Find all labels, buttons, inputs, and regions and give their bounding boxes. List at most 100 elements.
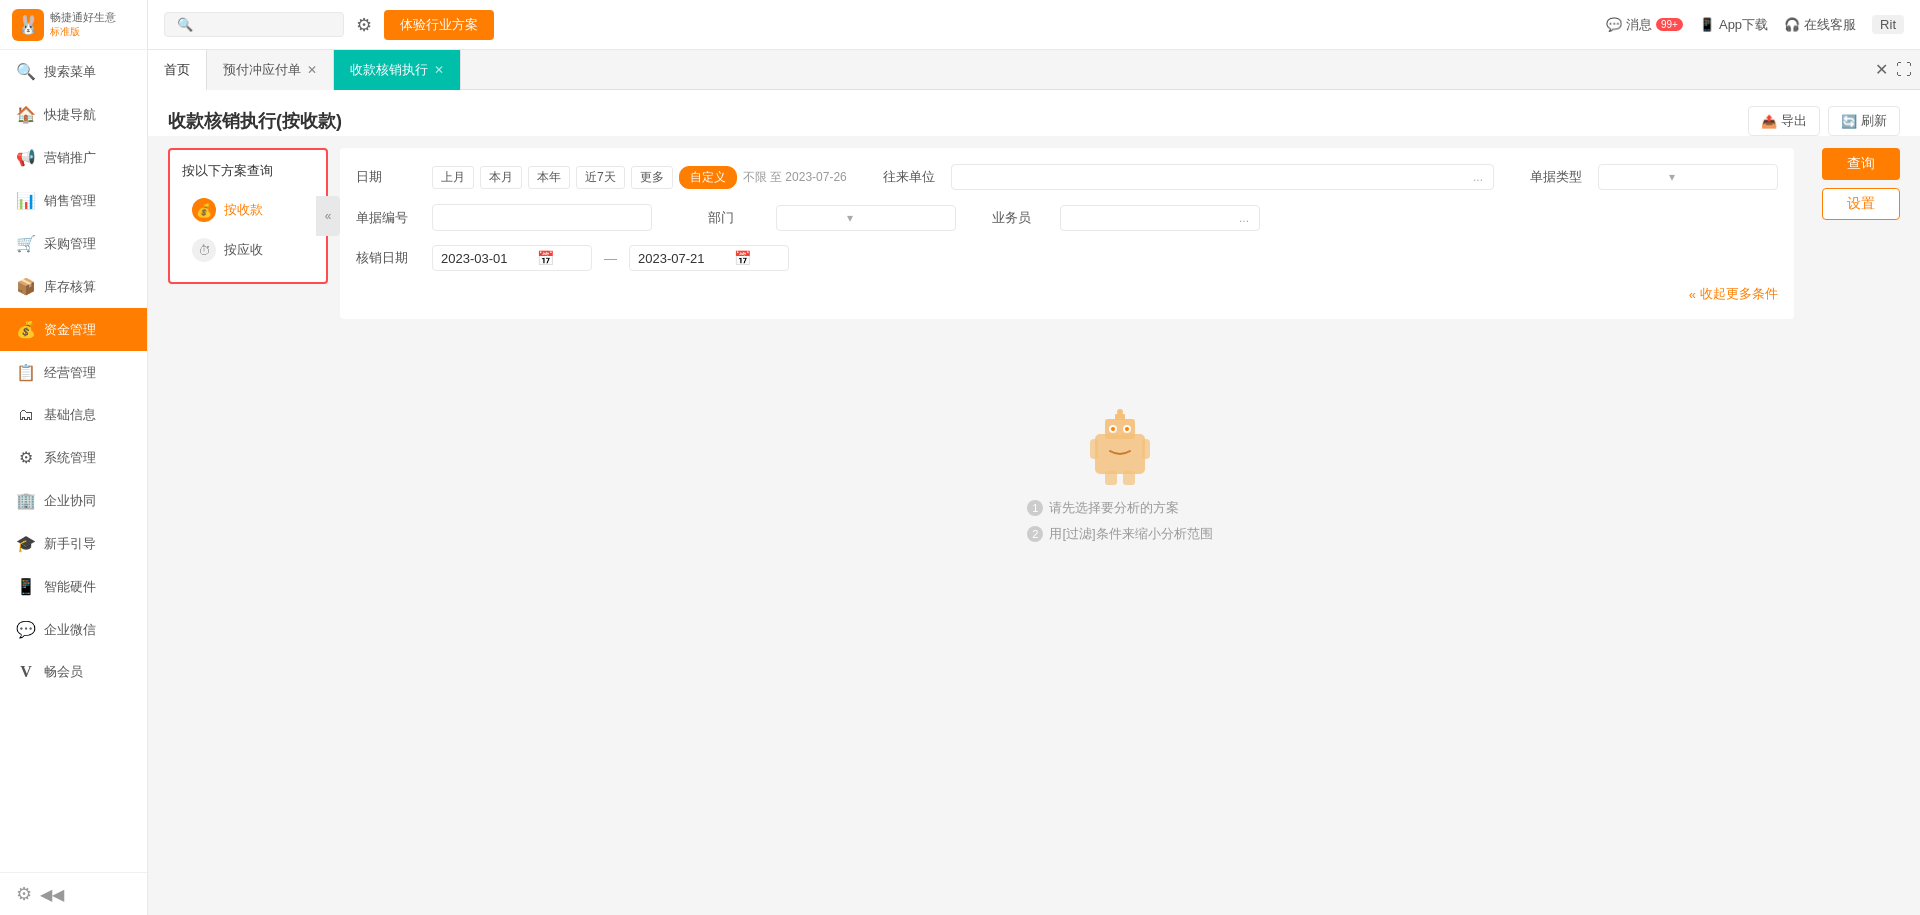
date-btn-this-month[interactable]: 本月	[480, 166, 522, 189]
sidebar-bottom: ⚙ ◀◀	[0, 872, 147, 915]
message-action[interactable]: 💬 消息 99+	[1606, 16, 1683, 34]
sidebar-item-label-inventory: 库存核算	[44, 278, 96, 296]
svg-rect-11	[1123, 471, 1135, 485]
doc-type-field: 单据类型 ▾	[1530, 164, 1778, 190]
guide-icon: 🎓	[16, 534, 36, 553]
date-btn-7days[interactable]: 近7天	[576, 166, 625, 189]
sidebar-item-purchase[interactable]: 🛒 采购管理	[0, 222, 147, 265]
main-area: 🔍 ⚙ 体验行业方案 💬 消息 99+ 📱 App下载 🎧 在线客服 Rit	[148, 0, 1920, 915]
basic-info-icon: 🗂	[16, 406, 36, 424]
tab-home[interactable]: 首页	[148, 50, 207, 90]
sidebar-item-basic-info[interactable]: 🗂 基础信息	[0, 394, 147, 436]
empty-state-illustration	[1070, 399, 1170, 499]
query-button[interactable]: 查询	[1822, 148, 1900, 180]
sidebar-item-label-purchase: 采购管理	[44, 235, 96, 253]
expand-window-icon[interactable]: ⛶	[1896, 61, 1912, 79]
tab-collection[interactable]: 收款核销执行 ✕	[334, 50, 461, 90]
doc-no-field[interactable]	[443, 210, 641, 225]
staff-ellipsis: ...	[1239, 211, 1249, 225]
search-icon: 🔍	[16, 62, 36, 81]
staff-label: 业务员	[992, 209, 1052, 227]
sidebar-item-smart-hw[interactable]: 📱 智能硬件	[0, 565, 147, 608]
collapse-sidebar-icon[interactable]: ◀◀	[40, 885, 64, 904]
sidebar-item-marketing[interactable]: 📢 营销推广	[0, 136, 147, 179]
export-button[interactable]: 📤 导出	[1748, 106, 1820, 136]
sidebar-item-finance[interactable]: 💰 资金管理	[0, 308, 147, 351]
doc-no-input[interactable]	[432, 204, 652, 231]
online-service-action[interactable]: 🎧 在线客服	[1784, 16, 1856, 34]
tip-text-2: 用[过滤]条件来缩小分析范围	[1049, 525, 1212, 543]
verify-date-label: 核销日期	[356, 249, 416, 267]
sales-icon: 📊	[16, 191, 36, 210]
sidebar-item-label-quick: 快捷导航	[44, 106, 96, 124]
sidebar-item-operation[interactable]: 📋 经营管理	[0, 351, 147, 394]
verify-date-end-cal-icon[interactable]: 📅	[734, 250, 751, 266]
tabbar: 首页 预付冲应付单 ✕ 收款核销执行 ✕ ✕ ⛶	[148, 50, 1920, 90]
topbar: 🔍 ⚙ 体验行业方案 💬 消息 99+ 📱 App下载 🎧 在线客服 Rit	[148, 0, 1920, 50]
logo-text-block: 畅捷通好生意 标准版	[50, 10, 116, 38]
export-label: 导出	[1781, 112, 1807, 130]
sidebar-item-sales[interactable]: 📊 销售管理	[0, 179, 147, 222]
tab-prepay-close-icon[interactable]: ✕	[307, 63, 317, 77]
sidebar-item-search[interactable]: 🔍 搜索菜单	[0, 50, 147, 93]
sidebar-item-member[interactable]: V 畅会员	[0, 651, 147, 693]
app-download-action[interactable]: 📱 App下载	[1699, 16, 1768, 34]
topbar-gear-icon[interactable]: ⚙	[356, 14, 372, 36]
verify-date-start-input[interactable]	[441, 251, 531, 266]
date-btn-last-month[interactable]: 上月	[432, 166, 474, 189]
page-content: 收款核销执行(按收款) 📤 导出 🔄 刷新 按以下方案查询 💰 按收款	[148, 90, 1920, 915]
action-buttons: 查询 设置	[1822, 148, 1900, 319]
counterparty-label: 往来单位	[883, 168, 943, 186]
settings-button[interactable]: 设置	[1822, 188, 1900, 220]
sidebar-item-quick-nav[interactable]: 🏠 快捷导航	[0, 93, 147, 136]
counterparty-select[interactable]: ...	[951, 164, 1494, 190]
collapse-filter-panel-icon[interactable]: «	[316, 196, 340, 236]
staff-select[interactable]: ...	[1060, 205, 1260, 231]
tab-prepay[interactable]: 预付冲应付单 ✕	[207, 50, 334, 90]
sidebar-item-wechat[interactable]: 💬 企业微信	[0, 608, 147, 651]
user-name[interactable]: Rit	[1872, 15, 1904, 34]
settings-bottom-icon[interactable]: ⚙	[16, 883, 32, 905]
filter-option-by-receivable[interactable]: ⏱ 按应收	[182, 230, 314, 270]
verify-date-end-input[interactable]	[638, 251, 728, 266]
verify-date-end-group[interactable]: 📅	[629, 245, 789, 271]
more-conditions-button[interactable]: « 收起更多条件	[1689, 285, 1778, 303]
more-conditions-row: « 收起更多条件	[356, 285, 1778, 303]
refresh-icon: 🔄	[1841, 114, 1857, 129]
collapse-icon: «	[1689, 287, 1696, 302]
date-btn-custom[interactable]: 自定义	[679, 166, 737, 189]
solution-button[interactable]: 体验行业方案	[384, 10, 494, 40]
sidebar-item-system[interactable]: ⚙ 系统管理	[0, 436, 147, 479]
date-btn-more[interactable]: 更多	[631, 166, 673, 189]
verify-date-range: 📅 — 📅	[432, 245, 789, 271]
empty-state: 1 请先选择要分析的方案 2 用[过滤]条件来缩小分析范围	[340, 319, 1900, 631]
query-form-row: 日期 上月 本月 本年 近7天 更多 自定义 不限 至 2023-07-26	[340, 148, 1900, 319]
svg-point-5	[1125, 427, 1129, 431]
filter-panel-title: 按以下方案查询	[182, 162, 314, 180]
staff-field: 业务员 ...	[992, 205, 1260, 231]
doc-type-select[interactable]: ▾	[1598, 164, 1778, 190]
filter-option-collection-label: 按收款	[224, 201, 263, 219]
close-window-icon[interactable]: ✕	[1875, 60, 1888, 79]
tip-text-1: 请先选择要分析的方案	[1049, 499, 1179, 517]
verify-date-start-group[interactable]: 📅	[432, 245, 592, 271]
sidebar-item-inventory[interactable]: 📦 库存核算	[0, 265, 147, 308]
verify-date-start-cal-icon[interactable]: 📅	[537, 250, 554, 266]
content-body: 按以下方案查询 💰 按收款 ⏱ 按应收 «	[148, 136, 1920, 643]
marketing-icon: 📢	[16, 148, 36, 167]
more-conditions-label: 收起更多条件	[1700, 285, 1778, 303]
svg-rect-8	[1090, 439, 1098, 459]
tab-collection-close-icon[interactable]: ✕	[434, 63, 444, 77]
svg-point-4	[1111, 427, 1115, 431]
sidebar-nav: 🔍 搜索菜单 🏠 快捷导航 📢 营销推广 📊 销售管理 🛒 采购管理 📦 库存核…	[0, 50, 147, 872]
sidebar-item-enterprise[interactable]: 🏢 企业协同	[0, 479, 147, 522]
dept-chevron: ▾	[847, 211, 853, 225]
sidebar-item-guide[interactable]: 🎓 新手引导	[0, 522, 147, 565]
filter-option-by-collection[interactable]: 💰 按收款	[182, 190, 314, 230]
refresh-label: 刷新	[1861, 112, 1887, 130]
date-btn-this-year[interactable]: 本年	[528, 166, 570, 189]
tab-collection-label: 收款核销执行	[350, 61, 428, 79]
dept-select[interactable]: ▾	[776, 205, 956, 231]
topbar-search[interactable]: 🔍	[164, 12, 344, 37]
refresh-button[interactable]: 🔄 刷新	[1828, 106, 1900, 136]
